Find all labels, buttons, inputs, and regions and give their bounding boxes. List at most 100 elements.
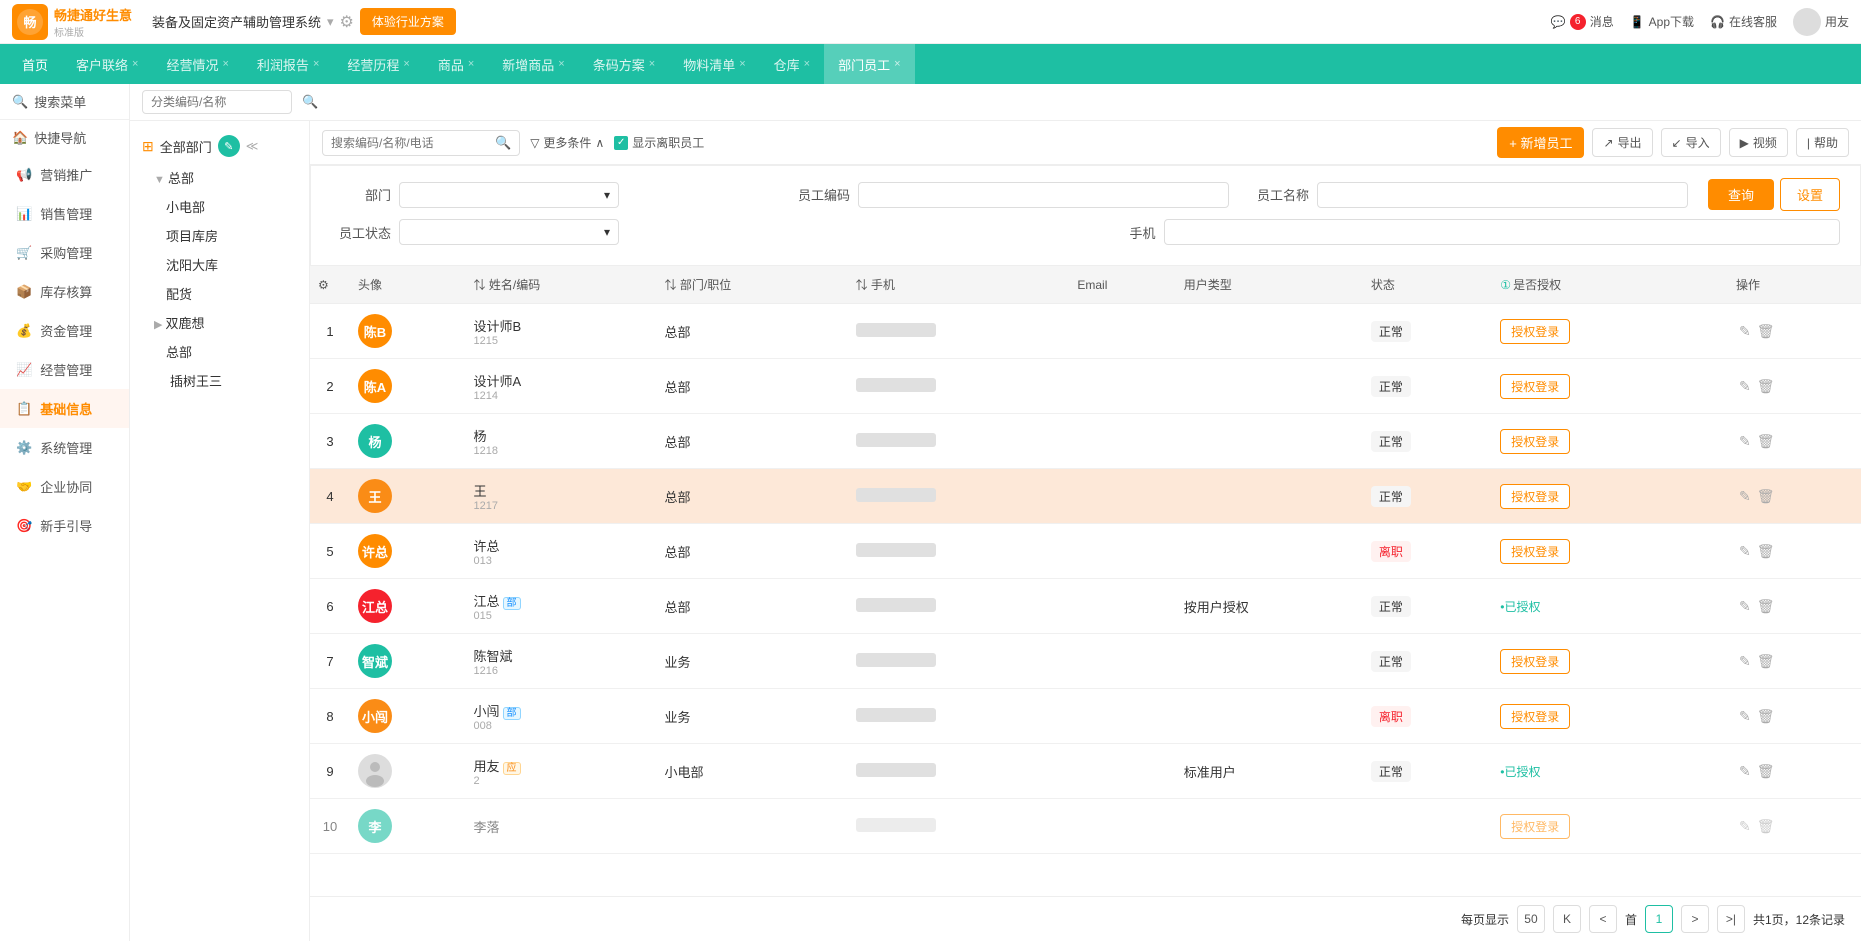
tab-warehouse[interactable]: 仓库 × xyxy=(760,44,824,84)
row-auth[interactable]: 授权登录 xyxy=(1492,414,1691,469)
col-settings[interactable]: ⚙ xyxy=(310,266,350,304)
edit-btn[interactable]: ✎ xyxy=(1739,323,1751,339)
close-icon[interactable]: × xyxy=(132,58,138,70)
close-icon[interactable]: × xyxy=(222,58,228,70)
close-icon[interactable]: × xyxy=(894,58,900,70)
tab-operation[interactable]: 经营情况 × xyxy=(152,44,242,84)
close-icon[interactable]: × xyxy=(804,58,810,70)
edit-btn[interactable]: ✎ xyxy=(1739,378,1751,394)
row-auth[interactable]: 授权登录 xyxy=(1492,799,1691,854)
sidebar-item-search[interactable]: 🔍 搜索菜单 xyxy=(0,84,129,120)
close-icon[interactable]: × xyxy=(649,58,655,70)
emp-code-input[interactable] xyxy=(858,182,1229,208)
trial-btn[interactable]: 体验行业方案 xyxy=(360,8,456,35)
current-page[interactable]: 1 xyxy=(1645,905,1673,933)
edit-btn[interactable]: ✎ xyxy=(1739,598,1751,614)
edit-btn[interactable]: ✎ xyxy=(1739,433,1751,449)
auth-btn[interactable]: 授权登录 xyxy=(1500,374,1570,399)
app-download-btn[interactable]: 📱 App下载 xyxy=(1630,13,1694,30)
sidebar-item-nav[interactable]: 🏠 快捷导航 xyxy=(0,120,129,155)
more-conditions-btn[interactable]: ▽ 更多条件 ∧ xyxy=(530,134,604,151)
system-dropdown-icon[interactable]: ▾ xyxy=(327,14,334,30)
dept-search-btn[interactable]: 🔍 xyxy=(302,94,318,110)
tab-add-goods[interactable]: 新增商品 × xyxy=(488,44,578,84)
prev-page-btn[interactable]: < xyxy=(1589,905,1617,933)
sidebar-item-management[interactable]: 📈 经营管理 xyxy=(0,350,129,389)
delete-btn[interactable]: 🗑 xyxy=(1757,433,1775,449)
delete-btn[interactable]: 🗑 xyxy=(1757,818,1775,834)
search-box[interactable]: 🔍 xyxy=(322,130,520,156)
dept-group-shuanglu[interactable]: ▶ 双鹿想 xyxy=(146,308,301,337)
dept-item-electronics[interactable]: 小电部 xyxy=(146,192,301,221)
delete-btn[interactable]: 🗑 xyxy=(1757,598,1775,614)
dept-item-chashuwang[interactable]: 插树王三 xyxy=(146,366,301,395)
tab-department[interactable]: 部门员工 × xyxy=(824,44,914,84)
delete-btn[interactable]: 🗑 xyxy=(1757,708,1775,724)
row-auth[interactable]: 授权登录 xyxy=(1492,689,1691,744)
sidebar-item-base-info[interactable]: 📋 基础信息 xyxy=(0,389,129,428)
sidebar-item-system[interactable]: ⚙️ 系统管理 xyxy=(0,428,129,467)
dept-item-project[interactable]: 项目库房 xyxy=(146,221,301,250)
col-name-code[interactable]: ⇅ 姓名/编码 xyxy=(466,266,657,304)
col-phone[interactable]: ⇅ 手机 xyxy=(848,266,1070,304)
per-page-select[interactable]: 50 xyxy=(1517,905,1545,933)
edit-btn[interactable]: ✎ xyxy=(1739,488,1751,504)
auth-btn[interactable]: 授权登录 xyxy=(1500,704,1570,729)
auth-btn[interactable]: 授权登录 xyxy=(1500,814,1570,839)
tab-goods[interactable]: 商品 × xyxy=(424,44,488,84)
row-auth[interactable]: 授权登录 xyxy=(1492,634,1691,689)
tab-profit[interactable]: 利润报告 × xyxy=(243,44,333,84)
row-auth[interactable]: 授权登录 xyxy=(1492,304,1691,359)
edit-btn[interactable]: ✎ xyxy=(1739,543,1751,559)
dept-item-delivery[interactable]: 配货 xyxy=(146,279,301,308)
dept-search-input[interactable] xyxy=(142,90,292,114)
tab-customer[interactable]: 客户联络 × xyxy=(62,44,152,84)
dept-select[interactable]: ▾ xyxy=(399,182,619,208)
sidebar-item-collab[interactable]: 🤝 企业协同 xyxy=(0,467,129,506)
auth-btn[interactable]: 授权登录 xyxy=(1500,319,1570,344)
delete-btn[interactable]: 🗑 xyxy=(1757,543,1775,559)
query-btn[interactable]: 查询 xyxy=(1708,179,1774,210)
auth-btn[interactable]: 授权登录 xyxy=(1500,484,1570,509)
dept-edit-btn[interactable]: ✎ xyxy=(218,135,240,157)
online-service-btn[interactable]: 🎧 在线客服 xyxy=(1710,13,1777,30)
search-input[interactable] xyxy=(331,136,491,150)
tab-barcode[interactable]: 条码方案 × xyxy=(579,44,669,84)
close-icon[interactable]: × xyxy=(558,58,564,70)
sidebar-item-marketing[interactable]: 📢 营销推广 xyxy=(0,155,129,194)
col-dept-position[interactable]: ⇅ 部门/职位 xyxy=(657,266,848,304)
sidebar-item-sales[interactable]: 📊 销售管理 xyxy=(0,194,129,233)
edit-btn[interactable]: ✎ xyxy=(1739,763,1751,779)
close-icon[interactable]: × xyxy=(468,58,474,70)
row-auth[interactable]: 授权登录 xyxy=(1492,524,1691,579)
next-page-btn[interactable]: > xyxy=(1681,905,1709,933)
user-menu[interactable]: 用友 xyxy=(1793,8,1849,36)
phone-input[interactable] xyxy=(1164,219,1841,245)
edit-btn[interactable]: ✎ xyxy=(1739,818,1751,834)
row-auth[interactable]: 授权登录 xyxy=(1492,469,1691,524)
edit-btn[interactable]: ✎ xyxy=(1739,708,1751,724)
last-page-btn[interactable]: >| xyxy=(1717,905,1745,933)
auth-btn[interactable]: 授权登录 xyxy=(1500,539,1570,564)
dept-collapse-btn[interactable]: ≪ xyxy=(246,139,259,153)
import-btn[interactable]: ↙ 导入 xyxy=(1661,128,1721,157)
help-btn[interactable]: | 帮助 xyxy=(1796,128,1849,157)
sidebar-item-purchase[interactable]: 🛒 采购管理 xyxy=(0,233,129,272)
reset-btn[interactable]: 设置 xyxy=(1780,178,1840,211)
sidebar-item-inventory[interactable]: 📦 库存核算 xyxy=(0,272,129,311)
sidebar-item-finance[interactable]: 💰 资金管理 xyxy=(0,311,129,350)
dept-item-shenyang[interactable]: 沈阳大库 xyxy=(146,250,301,279)
delete-btn[interactable]: 🗑 xyxy=(1757,323,1775,339)
emp-status-select[interactable]: ▾ xyxy=(399,219,619,245)
delete-btn[interactable]: 🗑 xyxy=(1757,763,1775,779)
auth-btn[interactable]: 授权登录 xyxy=(1500,649,1570,674)
tab-history[interactable]: 经营历程 × xyxy=(333,44,423,84)
show-dimission-filter[interactable]: ✓ 显示离职员工 xyxy=(614,134,704,151)
dept-group-head[interactable]: ▼ 总部 xyxy=(146,163,301,192)
row-auth[interactable]: 授权登录 xyxy=(1492,359,1691,414)
delete-btn[interactable]: 🗑 xyxy=(1757,653,1775,669)
dept-item-headquarters[interactable]: 总部 xyxy=(146,337,301,366)
first-page-btn[interactable]: K xyxy=(1553,905,1581,933)
settings-icon[interactable]: ⚙ xyxy=(340,12,354,32)
view-btn[interactable]: ▶ 视频 xyxy=(1729,128,1788,157)
